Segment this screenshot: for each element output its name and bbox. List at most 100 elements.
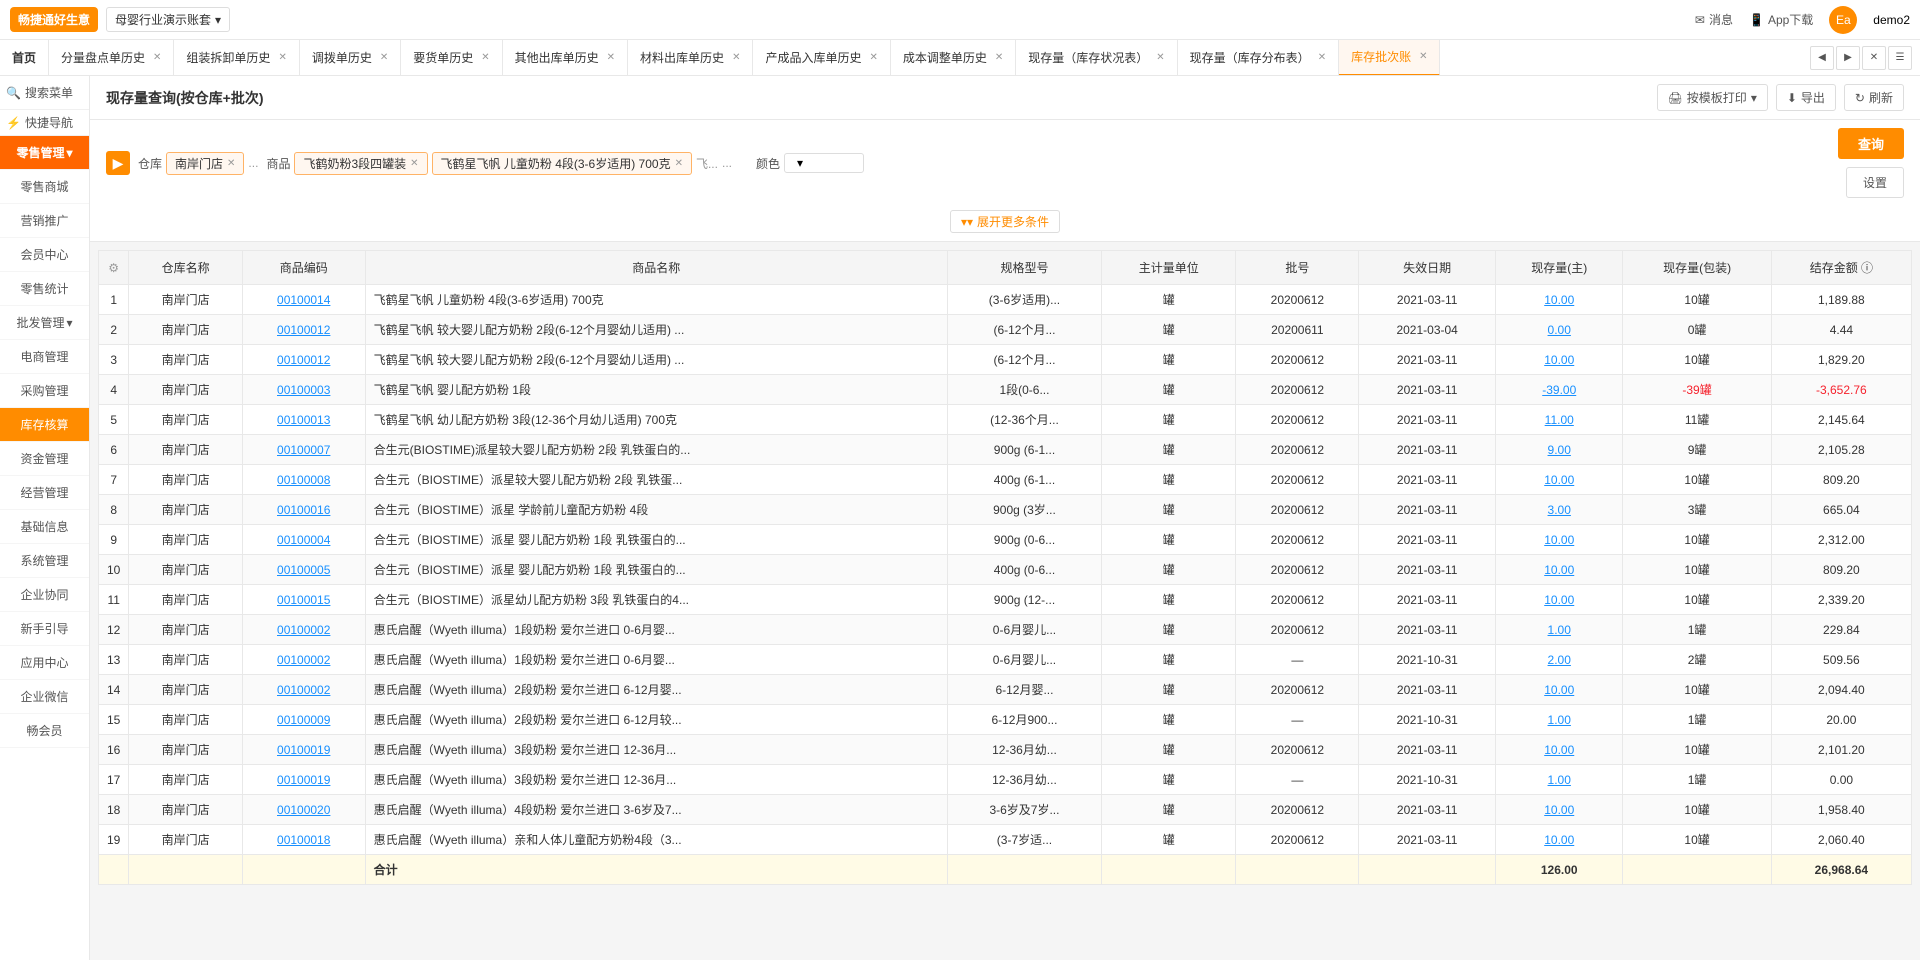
- tab-yaohuo[interactable]: 要货单历史 ✕: [401, 40, 502, 76]
- sidebar-item-collab[interactable]: 企业协同: [0, 578, 89, 612]
- product-tag-1[interactable]: 飞鹤奶粉3段四罐装 ✕: [294, 152, 427, 175]
- sidebar-item-appstore[interactable]: 应用中心: [0, 646, 89, 680]
- close-cailiao[interactable]: ✕: [732, 52, 740, 63]
- cell-amount: 2,105.28: [1771, 435, 1911, 465]
- tab-fenpan[interactable]: 分量盘点单历史 ✕: [49, 40, 174, 76]
- btn-settings[interactable]: 设置: [1846, 167, 1904, 198]
- sidebar-item-inventory[interactable]: 库存核算: [0, 408, 89, 442]
- close-diaobo[interactable]: ✕: [380, 52, 388, 63]
- close-kucun3[interactable]: ✕: [1419, 51, 1427, 62]
- cell-qty-pkg: 10罐: [1623, 675, 1771, 705]
- sidebar-item-retail-stats[interactable]: 零售统计: [0, 272, 89, 306]
- avatar[interactable]: Ea: [1829, 6, 1857, 34]
- cell-code[interactable]: 00100015: [242, 585, 365, 615]
- sidebar-item-ecommerce[interactable]: 电商管理: [0, 340, 89, 374]
- tab-prev-btn[interactable]: ◀: [1810, 46, 1834, 70]
- cell-code[interactable]: 00100019: [242, 765, 365, 795]
- btn-template-print[interactable]: 🖨 按模板打印 ▾: [1657, 84, 1768, 111]
- cell-code[interactable]: 00100020: [242, 795, 365, 825]
- sidebar-item-member2[interactable]: 畅会员: [0, 714, 89, 748]
- tab-menu-btn[interactable]: ☰: [1888, 46, 1912, 70]
- cell-code[interactable]: 00100014: [242, 285, 365, 315]
- sidebar-item-finance[interactable]: 资金管理: [0, 442, 89, 476]
- cell-code[interactable]: 00100012: [242, 345, 365, 375]
- sidebar-item-system[interactable]: 系统管理: [0, 544, 89, 578]
- btn-query[interactable]: 查询: [1838, 128, 1904, 159]
- cell-qty-pkg: 0罐: [1623, 315, 1771, 345]
- sidebar-item-guide[interactable]: 新手引导: [0, 612, 89, 646]
- warehouse-tag-remove[interactable]: ✕: [227, 158, 235, 169]
- tab-close-btn[interactable]: ✕: [1862, 46, 1886, 70]
- filter-expand-btn[interactable]: ▶: [106, 151, 130, 175]
- cell-code[interactable]: 00100012: [242, 315, 365, 345]
- btn-refresh[interactable]: ↻ 刷新: [1844, 84, 1904, 111]
- product-more-dots[interactable]: ...: [722, 156, 732, 170]
- cell-code[interactable]: 00100019: [242, 735, 365, 765]
- sidebar-search[interactable]: 🔍 搜索菜单: [0, 76, 89, 110]
- sidebar-item-operation[interactable]: 经营管理: [0, 476, 89, 510]
- close-chengben[interactable]: ✕: [995, 52, 1003, 63]
- table-row: 3 南岸门店 00100012 飞鹤星飞帆 较大婴儿配方奶粉 2段(6-12个月…: [99, 345, 1912, 375]
- cell-code[interactable]: 00100004: [242, 525, 365, 555]
- dropdown-icon: ▾: [215, 13, 221, 27]
- expand-more-btn[interactable]: ▾▾ 展开更多条件: [950, 210, 1060, 233]
- btn-export[interactable]: ⬇ 导出: [1776, 84, 1836, 111]
- tab-chengben[interactable]: 成本调整单历史 ✕: [891, 40, 1016, 76]
- product-more[interactable]: 飞...: [696, 155, 718, 172]
- product-tag-2-remove[interactable]: ✕: [675, 158, 683, 169]
- cell-code[interactable]: 00100003: [242, 375, 365, 405]
- sidebar-quicknav[interactable]: ⚡ 快捷导航: [0, 110, 89, 136]
- close-fenpan[interactable]: ✕: [153, 52, 161, 63]
- cell-code[interactable]: 00100005: [242, 555, 365, 585]
- tab-cailiao[interactable]: 材料出库单历史 ✕: [628, 40, 753, 76]
- tab-kucun3[interactable]: 库存批次账 ✕: [1339, 40, 1440, 76]
- product-tag-1-remove[interactable]: ✕: [410, 158, 418, 169]
- sidebar-item-purchase[interactable]: 采购管理: [0, 374, 89, 408]
- tab-home[interactable]: 首页: [0, 40, 49, 76]
- cell-code[interactable]: 00100009: [242, 705, 365, 735]
- product-tag-2[interactable]: 飞鹤星飞帆 儿童奶粉 4段(3-6岁适用) 700克 ✕: [432, 152, 692, 175]
- cell-code[interactable]: 00100007: [242, 435, 365, 465]
- sidebar-item-retail-mgmt[interactable]: 零售管理 ▾: [0, 136, 89, 170]
- tab-kucun2[interactable]: 现存量（库存分布表） ✕: [1178, 40, 1339, 76]
- warehouse-tag[interactable]: 南岸门店 ✕: [166, 152, 244, 175]
- industry-selector[interactable]: 母婴行业演示账套 ▾: [106, 7, 230, 32]
- close-zuzhuang[interactable]: ✕: [278, 52, 286, 63]
- tab-qita[interactable]: 其他出库单历史 ✕: [503, 40, 628, 76]
- cell-code[interactable]: 00100002: [242, 615, 365, 645]
- cell-code[interactable]: 00100002: [242, 675, 365, 705]
- close-kucun1[interactable]: ✕: [1156, 52, 1164, 63]
- sidebar-item-member[interactable]: 会员中心: [0, 238, 89, 272]
- close-kucun2[interactable]: ✕: [1318, 52, 1326, 63]
- wholesale-arrow-icon: ▾: [66, 316, 72, 330]
- cell-code[interactable]: 00100013: [242, 405, 365, 435]
- message-btn[interactable]: ✉ 消息: [1695, 11, 1733, 28]
- sidebar-item-marketing[interactable]: 营销推广: [0, 204, 89, 238]
- table-body: 1 南岸门店 00100014 飞鹤星飞帆 儿童奶粉 4段(3-6岁适用) 70…: [99, 285, 1912, 885]
- cell-qty-pkg: 3罐: [1623, 495, 1771, 525]
- tab-zuzhuang[interactable]: 组装拆卸单历史 ✕: [174, 40, 299, 76]
- gear-icon[interactable]: ⚙: [108, 261, 119, 275]
- cell-qty-pkg: 10罐: [1623, 555, 1771, 585]
- cell-code[interactable]: 00100008: [242, 465, 365, 495]
- sidebar-item-retail-mall[interactable]: 零售商城: [0, 170, 89, 204]
- warehouse-more[interactable]: ...: [248, 156, 258, 170]
- cell-code[interactable]: 00100002: [242, 645, 365, 675]
- tab-next-btn[interactable]: ▶: [1836, 46, 1860, 70]
- color-dropdown[interactable]: ▾: [784, 153, 864, 173]
- app-download-btn[interactable]: 📱 App下载: [1749, 11, 1813, 28]
- cell-code[interactable]: 00100016: [242, 495, 365, 525]
- sidebar-item-wechat[interactable]: 企业微信: [0, 680, 89, 714]
- close-chanpin[interactable]: ✕: [869, 52, 877, 63]
- content-area: 现存量查询(按仓库+批次) 🖨 按模板打印 ▾ ⬇ 导出 ↻ 刷新: [90, 76, 1920, 960]
- cell-expire: 2021-03-11: [1359, 285, 1496, 315]
- sidebar-item-wholesale[interactable]: 批发管理 ▾: [0, 306, 89, 340]
- tab-kucun1[interactable]: 现存量（库存状况表） ✕: [1016, 40, 1177, 76]
- tab-chanpin[interactable]: 产成品入库单历史 ✕: [753, 40, 890, 76]
- cell-unit: 罐: [1102, 315, 1236, 345]
- close-qita[interactable]: ✕: [607, 52, 615, 63]
- close-yaohuo[interactable]: ✕: [481, 52, 489, 63]
- sidebar-item-basic[interactable]: 基础信息: [0, 510, 89, 544]
- cell-code[interactable]: 00100018: [242, 825, 365, 855]
- tab-diaobo[interactable]: 调拨单历史 ✕: [300, 40, 401, 76]
